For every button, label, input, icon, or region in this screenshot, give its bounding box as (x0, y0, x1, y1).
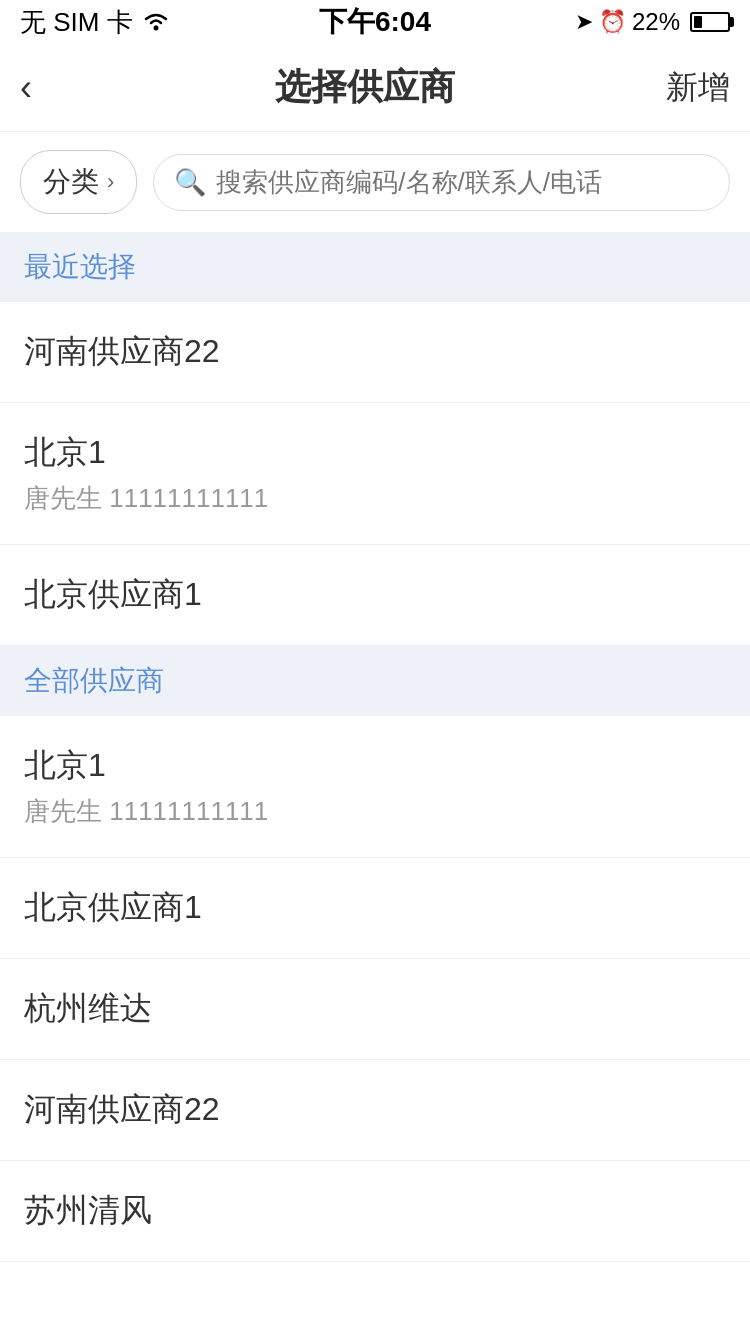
all-section-header: 全部供应商 (0, 646, 750, 716)
category-button[interactable]: 分类 › (20, 150, 137, 214)
chevron-right-icon: › (107, 169, 114, 195)
battery-text: 22% (632, 8, 680, 36)
list-item[interactable]: 河南供应商22 (0, 1060, 750, 1161)
status-time: 下午6:04 (319, 3, 431, 41)
list-item[interactable]: 北京1 唐先生 11111111111 (0, 716, 750, 858)
item-name: 北京1 (24, 431, 726, 475)
wifi-icon (141, 7, 171, 38)
list-item[interactable]: 北京1 唐先生 11111111111 (0, 403, 750, 545)
filter-row: 分类 › 🔍 (0, 132, 750, 232)
list-item[interactable]: 北京供应商1 (0, 858, 750, 959)
search-icon: 🔍 (174, 167, 206, 198)
item-name: 杭州维达 (24, 987, 726, 1031)
search-box[interactable]: 🔍 (153, 154, 730, 211)
status-bar: 无 SIM 卡 下午6:04 ➤ ⏰ 22% (0, 0, 750, 44)
add-button[interactable]: 新增 (650, 66, 730, 110)
recent-list: 河南供应商22 北京1 唐先生 11111111111 北京供应商1 (0, 302, 750, 646)
item-name: 北京供应商1 (24, 886, 726, 930)
all-list: 北京1 唐先生 11111111111 北京供应商1 杭州维达河南供应商22 苏州清… (0, 716, 750, 1262)
item-name: 北京1 (24, 744, 726, 788)
list-item[interactable]: 苏州清风 (0, 1161, 750, 1262)
list-item[interactable]: 河南供应商22 (0, 302, 750, 403)
item-name: 北京供应商1 (24, 573, 726, 617)
svg-point-0 (153, 25, 158, 30)
list-item[interactable]: 杭州维达 (0, 959, 750, 1060)
category-label: 分类 (43, 163, 99, 201)
status-right: ➤ ⏰ 22% (575, 8, 730, 36)
search-input[interactable] (216, 167, 709, 198)
status-left: 无 SIM 卡 (20, 5, 171, 40)
back-button[interactable]: ‹ (20, 67, 80, 109)
list-item[interactable]: 北京供应商1 (0, 545, 750, 646)
alarm-icon: ⏰ (599, 9, 626, 35)
item-sub: 唐先生 11111111111 (24, 481, 726, 516)
item-name: 河南供应商22 (24, 330, 726, 374)
recent-section-header: 最近选择 (0, 232, 750, 302)
item-name: 苏州清风 (24, 1189, 726, 1233)
page-title: 选择供应商 (275, 63, 455, 112)
no-sim-text: 无 SIM 卡 (20, 5, 133, 40)
item-sub: 唐先生 11111111111 (24, 794, 726, 829)
item-name: 河南供应商22 (24, 1088, 726, 1132)
location-icon: ➤ (575, 9, 593, 35)
nav-bar: ‹ 选择供应商 新增 (0, 44, 750, 132)
battery-icon (690, 12, 730, 32)
